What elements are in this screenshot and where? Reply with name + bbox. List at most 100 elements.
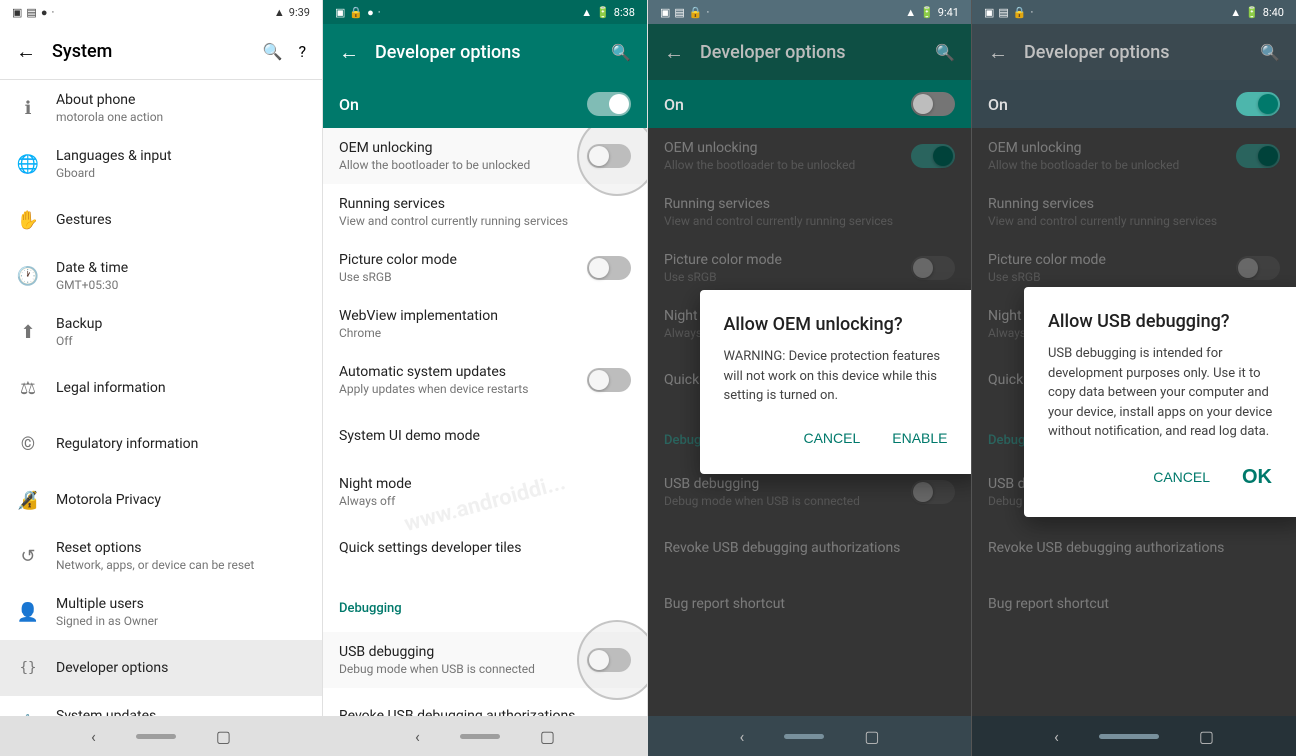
night-mode-item[interactable]: Night mode Always off <box>323 464 647 520</box>
picture-color-toggle[interactable] <box>587 256 631 280</box>
oem-unlocking-toggle-mid[interactable] <box>587 144 631 168</box>
sidebar-item-datetime[interactable]: 🕐 Date & time GMT+05:30 <box>0 248 322 304</box>
oem-unlocking-item-mid[interactable]: OEM unlocking Allow the bootloader to be… <box>323 128 647 184</box>
oem-unlocking-subtitle-mid: Allow the bootloader to be unlocked <box>339 158 587 172</box>
usb-cancel-button[interactable]: Cancel <box>1145 462 1218 493</box>
notif-icon-r23: 🔒 <box>1013 6 1027 19</box>
search-icon-r1[interactable]: 🔍 <box>935 43 955 62</box>
backup-icon: ⬆ <box>16 320 40 344</box>
on-toggle-r1[interactable] <box>911 92 955 116</box>
running-services-item[interactable]: Running services View and control curren… <box>323 184 647 240</box>
back-icon-r1[interactable]: ← <box>664 40 684 65</box>
status-icons-r2: ▣ ▤ 🔒 · <box>984 6 1033 19</box>
languages-title: Languages & input <box>56 148 172 164</box>
auto-updates-toggle[interactable] <box>587 368 631 392</box>
search-icon-r2[interactable]: 🔍 <box>1260 43 1280 62</box>
nav-recents-icon[interactable]: ▢ <box>216 727 231 746</box>
auto-updates-item[interactable]: Automatic system updates Apply updates w… <box>323 352 647 408</box>
sidebar-item-backup[interactable]: ⬆ Backup Off <box>0 304 322 360</box>
back-icon-left[interactable]: ← <box>16 39 36 64</box>
nav-back-r2[interactable]: ‹ <box>1054 727 1059 746</box>
settings-list-r2: OEM unlocking Allow the bootloader to be… <box>972 128 1296 716</box>
wifi-icon-mid: ▲ <box>581 6 592 19</box>
system-ui-title: System UI demo mode <box>339 428 631 444</box>
back-icon-mid[interactable]: ← <box>339 40 359 65</box>
revoke-usb-title: Revoke USB debugging authorizations <box>339 708 631 716</box>
oem-dialog-overlay: Allow OEM unlocking? WARNING: Device pro… <box>648 128 971 716</box>
nav-back-mid[interactable]: ‹ <box>415 727 420 746</box>
running-services-subtitle: View and control currently running servi… <box>339 214 631 228</box>
notif-icon-r13: 🔒 <box>689 6 703 19</box>
search-icon-mid[interactable]: 🔍 <box>611 43 631 62</box>
nav-home-pill[interactable] <box>136 734 176 739</box>
usb-debugging-title-mid: USB debugging <box>339 644 587 660</box>
sidebar-item-languages[interactable]: 🌐 Languages & input Gboard <box>0 136 322 192</box>
topbar-icons-mid: 🔍 <box>611 43 631 62</box>
quick-settings-item[interactable]: Quick settings developer tiles <box>323 520 647 576</box>
nav-recents-mid[interactable]: ▢ <box>540 727 555 746</box>
help-icon[interactable]: ? <box>298 42 306 61</box>
time-r1: 9:41 <box>938 6 959 19</box>
nav-home-mid[interactable] <box>460 734 500 739</box>
status-bar-r1: ▣ ▤ 🔒 · ▲ 🔋 9:41 <box>648 0 971 24</box>
battery-icon-mid: 🔋 <box>596 6 610 19</box>
regulatory-title: Regulatory information <box>56 436 198 452</box>
panel-developer-usb-dialog: ▣ ▤ 🔒 · ▲ 🔋 8:40 ← Developer options 🔍 O… <box>972 0 1296 756</box>
usb-debugging-toggle-mid[interactable] <box>587 648 631 672</box>
on-row-r1[interactable]: On <box>648 80 971 128</box>
sidebar-item-developer[interactable]: {} Developer options <box>0 640 322 696</box>
usb-ok-button[interactable]: OK <box>1234 462 1280 493</box>
sidebar-item-legal[interactable]: ⚖ Legal information <box>0 360 322 416</box>
time-left: 9:39 <box>289 6 310 19</box>
users-icon: 👤 <box>16 600 40 624</box>
running-services-text: Running services View and control curren… <box>339 196 631 228</box>
sidebar-item-system-updates[interactable]: 📋 System updates Updated to Android 9 <box>0 696 322 716</box>
reset-text: Reset options Network, apps, or device c… <box>56 540 254 572</box>
sidebar-item-privacy[interactable]: 🔏 Motorola Privacy <box>0 472 322 528</box>
usb-debugging-item-mid[interactable]: USB debugging Debug mode when USB is con… <box>323 632 647 688</box>
on-toggle-mid[interactable] <box>587 92 631 116</box>
notification-icon: ▣ <box>12 6 22 19</box>
sidebar-item-about-phone[interactable]: ℹ About phone motorola one action <box>0 80 322 136</box>
topbar-icons-r2: 🔍 <box>1260 43 1280 62</box>
developer-on-row[interactable]: On <box>323 80 647 128</box>
oem-unlocking-text-mid: OEM unlocking Allow the bootloader to be… <box>339 140 587 172</box>
nav-recents-r1[interactable]: ▢ <box>864 727 879 746</box>
nav-home-r2[interactable] <box>1099 734 1159 739</box>
nav-recents-r2[interactable]: ▢ <box>1199 727 1214 746</box>
on-row-r2[interactable]: On <box>972 80 1296 128</box>
nav-back-icon[interactable]: ‹ <box>91 727 96 746</box>
sidebar-item-reset[interactable]: ↺ Reset options Network, apps, or device… <box>0 528 322 584</box>
system-title: System <box>52 41 247 62</box>
sidebar-item-gestures[interactable]: ✋ Gestures <box>0 192 322 248</box>
sidebar-item-regulatory[interactable]: © Regulatory information <box>0 416 322 472</box>
backup-title: Backup <box>56 316 102 332</box>
oem-dialog-body: WARNING: Device protection features will… <box>724 347 956 406</box>
on-label-r2: On <box>988 95 1008 114</box>
search-icon-left[interactable]: 🔍 <box>263 42 283 61</box>
usb-debugging-subtitle-mid: Debug mode when USB is connected <box>339 662 587 676</box>
notification-icon3: ● <box>41 6 48 19</box>
oem-enable-button[interactable]: Enable <box>884 426 955 450</box>
status-right-r1: ▲ 🔋 9:41 <box>905 6 959 19</box>
battery-icon-r1: 🔋 <box>920 6 934 19</box>
picture-color-item[interactable]: Picture color mode Use sRGB <box>323 240 647 296</box>
oem-cancel-button[interactable]: Cancel <box>795 426 868 450</box>
notification-icon2: ▤ <box>26 6 36 19</box>
debugging-header-title: Debugging <box>339 601 631 616</box>
legal-title: Legal information <box>56 380 166 396</box>
status-icons-r1: ▣ ▤ 🔒 · <box>660 6 709 19</box>
nav-back-r1[interactable]: ‹ <box>740 727 745 746</box>
nav-home-r1[interactable] <box>784 734 824 739</box>
developer-title-r1: Developer options <box>700 42 919 63</box>
gestures-text: Gestures <box>56 212 112 228</box>
back-icon-r2[interactable]: ← <box>988 40 1008 65</box>
notif-icon-r12: ▤ <box>674 6 684 19</box>
picture-color-text: Picture color mode Use sRGB <box>339 252 587 284</box>
system-ui-item[interactable]: System UI demo mode <box>323 408 647 464</box>
sidebar-item-multiple-users[interactable]: 👤 Multiple users Signed in as Owner <box>0 584 322 640</box>
notif-icon-mid2: 🔒 <box>349 6 363 19</box>
webview-item[interactable]: WebView implementation Chrome <box>323 296 647 352</box>
on-toggle-r2[interactable] <box>1236 92 1280 116</box>
reset-subtitle: Network, apps, or device can be reset <box>56 558 254 572</box>
